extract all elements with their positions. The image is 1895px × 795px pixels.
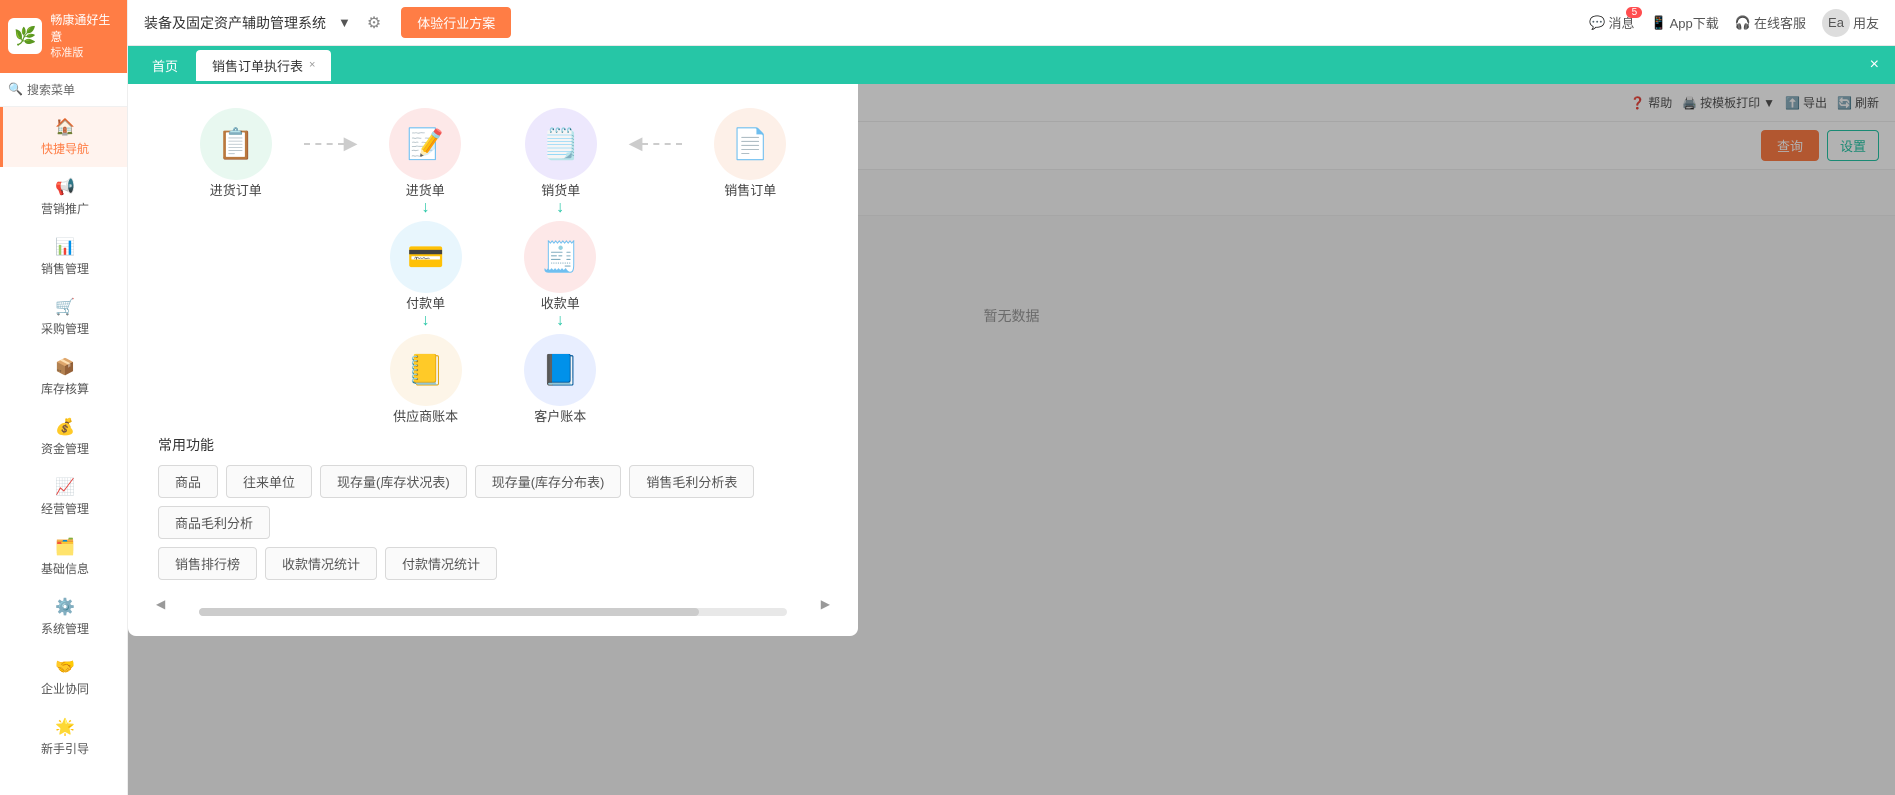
receipt-bill-icon: 🧾 — [524, 221, 596, 293]
flow-purchase-bill[interactable]: 📝 进货单 — [357, 108, 493, 199]
logo-text: 畅康通好生意 标准版 — [50, 12, 119, 61]
fn-sales-profit[interactable]: 销售毛利分析表 — [629, 465, 754, 498]
app-download-button[interactable]: 📱 App下载 — [1650, 13, 1718, 32]
flow-receipt-bill[interactable]: 🧾 收款单 — [493, 221, 628, 312]
customer-ledger-icon: 📘 — [524, 334, 596, 406]
fn-receipt-stats[interactable]: 收款情况统计 — [265, 547, 377, 580]
content-area: ❓ 帮助 🖨️ 按模板打印 ▼ ⬆️ 导出 🔄 刷新 — [128, 84, 1895, 795]
online-service-button[interactable]: 🎧 在线客服 — [1735, 13, 1806, 32]
sidebar-nav: 🏠 快捷导航 📢 营销推广 📊 销售管理 🛒 采购管理 📦 库存核算 💰 — [0, 107, 127, 795]
marketing-icon: 📢 — [55, 177, 75, 197]
scrollbar-track[interactable] — [199, 608, 787, 616]
home-icon: 🏠 — [55, 117, 75, 137]
sidebar-item-purchase[interactable]: 🛒 采购管理 — [0, 287, 127, 347]
fn-goods[interactable]: 商品 — [158, 465, 218, 498]
supplier-ledger-icon: 📒 — [390, 334, 462, 406]
scroll-left-icon[interactable]: ◀ — [156, 597, 165, 611]
overlay: 📋 进货订单 ▶ — [128, 84, 1895, 795]
flow-sales-order[interactable]: 📄 销售订单 — [682, 108, 818, 199]
sidebar: 🌿 畅康通好生意 标准版 🔍 搜索菜单 🏠 快捷导航 📢 营销推广 📊 销售管理 — [0, 0, 128, 795]
sidebar-item-basic-info[interactable]: 🗂️ 基础信息 — [0, 527, 127, 587]
message-icon: 💬 — [1589, 15, 1605, 31]
system-icon: ⚙️ — [55, 597, 75, 617]
sales-order-icon: 📄 — [714, 108, 786, 180]
scrollbar-container: ◀ ▶ — [156, 592, 830, 616]
fn-counterpart[interactable]: 往来单位 — [226, 465, 312, 498]
quicknav-modal: 📋 进货订单 ▶ — [128, 84, 858, 636]
finance-icon: 💰 — [55, 417, 75, 437]
sidebar-item-cooperation[interactable]: 🤝 企业协同 — [0, 647, 127, 707]
fn-sales-rank[interactable]: 销售排行榜 — [158, 547, 257, 580]
tab-sales-exec[interactable]: 销售订单执行表 × — [196, 50, 331, 81]
sidebar-item-inventory[interactable]: 📦 库存核算 — [0, 347, 127, 407]
inventory-icon: 📦 — [55, 357, 75, 377]
common-functions: 常用功能 商品 往来单位 现存量(库存状况表) 现存量(库存分布表) 销售毛利分… — [128, 425, 858, 580]
download-icon: 📱 — [1650, 15, 1666, 31]
search-icon: 🔍 — [8, 82, 23, 96]
trial-button[interactable]: 体验行业方案 — [401, 7, 511, 38]
gear-icon[interactable]: ⚙ — [367, 13, 381, 33]
purchase-order-icon: 📋 — [200, 108, 272, 180]
sidebar-item-marketing[interactable]: 📢 营销推广 — [0, 167, 127, 227]
flow-customer-ledger[interactable]: 📘 客户账本 — [493, 334, 628, 425]
flow-sales-bill[interactable]: 🗒️ 销货单 — [493, 108, 629, 199]
sidebar-item-sales[interactable]: 📊 销售管理 — [0, 227, 127, 287]
scroll-right-icon[interactable]: ▶ — [821, 597, 830, 611]
tab-close-icon[interactable]: × — [309, 59, 315, 71]
scrollbar-thumb[interactable] — [199, 608, 699, 616]
function-buttons-row2: 销售排行榜 收款情况统计 付款情况统计 — [158, 547, 828, 580]
main-area: 装备及固定资产辅助管理系统 ▼ ⚙ 体验行业方案 💬 消息 5 📱 App下载 … — [128, 0, 1895, 795]
sidebar-item-operations[interactable]: 📈 经营管理 — [0, 467, 127, 527]
system-dropdown[interactable]: ▼ — [338, 15, 351, 30]
tab-home[interactable]: 首页 — [136, 50, 194, 81]
service-icon: 🎧 — [1735, 15, 1751, 31]
payment-bill-icon: 💳 — [390, 221, 462, 293]
fn-stock-status[interactable]: 现存量(库存状况表) — [320, 465, 467, 498]
avatar: Ea — [1822, 9, 1850, 37]
purchase-bill-icon: 📝 — [389, 108, 461, 180]
sidebar-logo: 🌿 畅康通好生意 标准版 — [0, 0, 127, 73]
operations-icon: 📈 — [55, 477, 75, 497]
sidebar-search[interactable]: 🔍 搜索菜单 — [0, 73, 127, 107]
common-functions-title: 常用功能 — [158, 435, 828, 455]
user-menu[interactable]: Ea 用友 — [1822, 9, 1879, 37]
fn-stock-dist[interactable]: 现存量(库存分布表) — [475, 465, 622, 498]
arrow-sales-order-to-bill: ◀ — [629, 133, 683, 154]
topbar: 装备及固定资产辅助管理系统 ▼ ⚙ 体验行业方案 💬 消息 5 📱 App下载 … — [128, 0, 1895, 46]
fn-payment-stats[interactable]: 付款情况统计 — [385, 547, 497, 580]
chevron-down-icon: ▼ — [338, 15, 351, 30]
flow-payment-bill[interactable]: 💳 付款单 — [358, 221, 493, 312]
basic-info-icon: 🗂️ — [55, 537, 75, 557]
cooperation-icon: 🤝 — [55, 657, 75, 677]
purchase-icon: 🛒 — [55, 297, 75, 317]
topbar-right: 💬 消息 5 📱 App下载 🎧 在线客服 Ea 用友 — [1589, 9, 1879, 37]
sales-icon: 📊 — [55, 237, 75, 257]
message-button[interactable]: 💬 消息 5 — [1589, 13, 1634, 32]
tabbar: 首页 销售订单执行表 × × — [128, 46, 1895, 84]
arrow-purchase-order-to-bill: ▶ — [304, 133, 358, 154]
sidebar-item-quick-nav[interactable]: 🏠 快捷导航 — [0, 107, 127, 167]
logo-icon: 🌿 — [8, 18, 42, 54]
sidebar-item-finance[interactable]: 💰 资金管理 — [0, 407, 127, 467]
fn-goods-profit[interactable]: 商品毛利分析 — [158, 506, 270, 539]
beginner-icon: 🌟 — [55, 717, 75, 737]
window-close-icon[interactable]: × — [1862, 56, 1887, 74]
sidebar-item-beginner[interactable]: 🌟 新手引导 — [0, 707, 127, 767]
flow-supplier-ledger[interactable]: 📒 供应商账本 — [358, 334, 493, 425]
flow-diagram: 📋 进货订单 ▶ — [128, 84, 858, 425]
function-buttons-row1: 商品 往来单位 现存量(库存状况表) 现存量(库存分布表) 销售毛利分析表 商品… — [158, 465, 828, 539]
sidebar-item-system[interactable]: ⚙️ 系统管理 — [0, 587, 127, 647]
system-title: 装备及固定资产辅助管理系统 — [144, 13, 326, 33]
flow-purchase-order[interactable]: 📋 进货订单 — [168, 108, 304, 199]
sales-bill-icon: 🗒️ — [525, 108, 597, 180]
